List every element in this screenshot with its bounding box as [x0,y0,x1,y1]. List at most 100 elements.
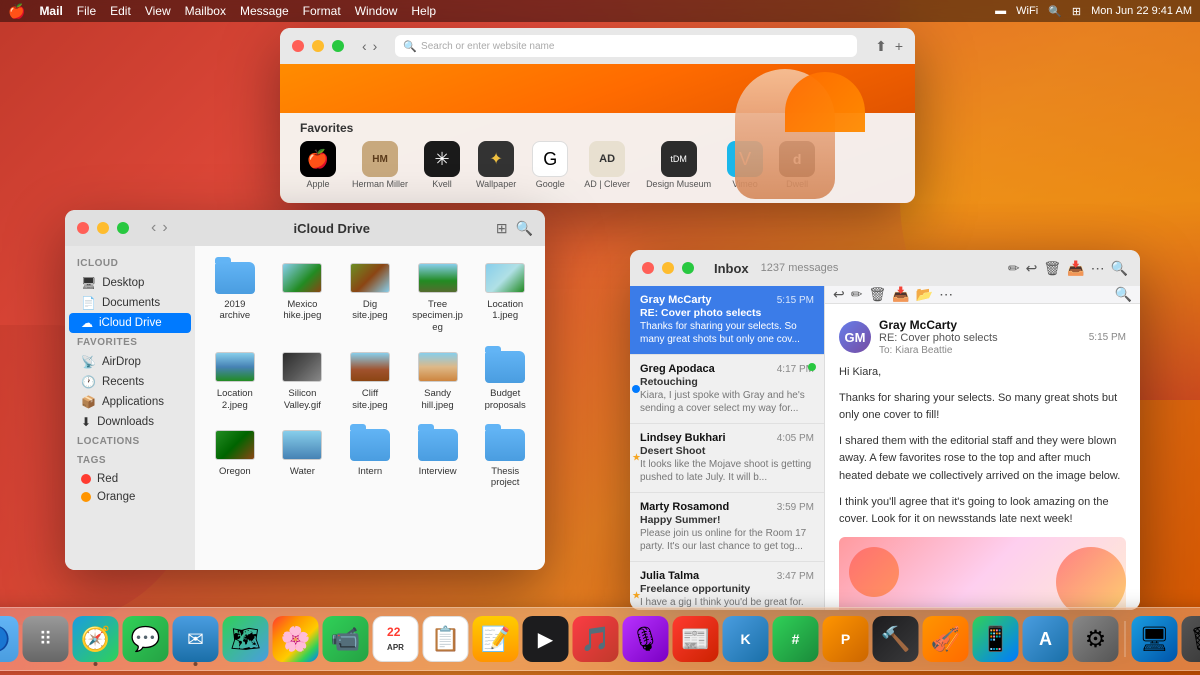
dock-reminders[interactable]: 📋 [423,616,469,662]
safari-fullscreen-button[interactable] [332,40,344,52]
dock-launchpad[interactable]: ⠿ [23,616,69,662]
dock-music[interactable]: 🎵 [573,616,619,662]
sidebar-item-downloads[interactable]: ⬇ Downloads [69,412,191,432]
finder-view-options[interactable]: ⊞ [496,220,508,237]
fav-ad-clever[interactable]: AD AD | Clever [584,141,630,189]
mail-item-greg-apodaca[interactable]: Greg Apodaca 4:17 PM Retouching Kiara, I… [630,355,824,424]
dock-instruments[interactable]: 🎻 [923,616,969,662]
mail-item-julia-talma[interactable]: ★ Julia Talma 3:47 PM Freelance opportun… [630,562,824,610]
mail-search-button[interactable]: 🔍 [1111,260,1128,277]
fav-google[interactable]: G Google [532,141,568,189]
dock-maps[interactable]: 🗺 [223,616,269,662]
file-cliff-site[interactable]: Cliff site.jpeg [340,345,400,415]
mail-reply-button[interactable]: ↩ [1026,260,1038,277]
dock-trash[interactable]: 🗑 [1182,616,1200,662]
mail-compose-icon[interactable]: ✏ [1008,260,1020,277]
fav-herman-miller[interactable]: HM Herman Miller [352,141,408,189]
dock-simulator[interactable]: 📱 [973,616,1019,662]
file-oregon[interactable]: Oregon [205,423,265,493]
dock-xcode[interactable]: 🔨 [873,616,919,662]
mail-minimize-button[interactable] [662,262,674,274]
mail-detail-folder-btn[interactable]: 📂 [916,286,933,303]
mail-item-marty-rosamond[interactable]: Marty Rosamond 3:59 PM Happy Summer! Ple… [630,493,824,562]
dock-messages[interactable]: 💬 [123,616,169,662]
file-budget-proposals[interactable]: Budget proposals [475,345,535,415]
fav-wallpaper[interactable]: ✦ Wallpaper [476,141,516,189]
dock-news[interactable]: 📰 [673,616,719,662]
dock-appstore[interactable]: A [1023,616,1069,662]
menubar-file[interactable]: File [77,4,96,18]
dock-pages[interactable]: P [823,616,869,662]
mail-archive-button[interactable]: 📥 [1067,260,1084,277]
safari-back-button[interactable]: ‹ [362,38,367,54]
menubar-app-name[interactable]: Mail [39,4,62,18]
sidebar-item-documents[interactable]: 📄 Documents [69,293,191,313]
safari-close-button[interactable] [292,40,304,52]
dock-facetime[interactable]: 📹 [323,616,369,662]
control-center-icon[interactable]: ⊞ [1072,5,1081,18]
file-intern[interactable]: Intern [340,423,400,493]
menubar-window[interactable]: Window [355,4,398,18]
finder-fullscreen-button[interactable] [117,222,129,234]
file-sandy-hill[interactable]: Sandy hill.jpeg [408,345,468,415]
dock-system-preferences[interactable]: ⚙ [1073,616,1119,662]
finder-back-button[interactable]: ‹ [151,220,156,236]
dock-calendar[interactable]: 22APR [373,616,419,662]
file-location-1[interactable]: Location 1.jpeg [475,256,535,337]
apple-menu-icon[interactable]: 🍎 [8,3,25,20]
mail-item-gray-mccarty[interactable]: Gray McCarty 5:15 PM RE: Cover photo sel… [630,286,824,355]
file-water[interactable]: Water [273,423,333,493]
sidebar-tag-red[interactable]: Red [69,470,191,488]
mail-close-button[interactable] [642,262,654,274]
dock-mail[interactable]: ✉ [173,616,219,662]
safari-forward-button[interactable]: › [373,38,378,54]
sidebar-tag-orange[interactable]: Orange [69,488,191,506]
dock-notes[interactable]: 📝 [473,616,519,662]
finder-minimize-button[interactable] [97,222,109,234]
file-interview[interactable]: Interview [408,423,468,493]
menubar-help[interactable]: Help [411,4,436,18]
safari-address-bar[interactable]: 🔍 Search or enter website name [395,35,857,57]
fav-design-museum[interactable]: tDM Design Museum [646,141,711,189]
menubar-format[interactable]: Format [303,4,341,18]
file-silicon-valley[interactable]: Silicon Valley.gif [273,345,333,415]
dock-apple-tv[interactable]: ▶ [523,616,569,662]
fav-kvell[interactable]: ✳ Kvell [424,141,460,189]
sidebar-item-applications[interactable]: 📦 Applications [69,392,191,412]
menubar-edit[interactable]: Edit [110,4,131,18]
mail-detail-trash-btn[interactable]: 🗑 [868,286,886,303]
mail-detail-reply-btn[interactable]: ↩ [833,286,845,303]
mail-delete-button[interactable]: 🗑 [1043,260,1061,277]
menubar-message[interactable]: Message [240,4,289,18]
file-tree-specimen[interactable]: Tree specimen.jpeg [408,256,468,337]
fav-apple[interactable]: 🍎 Apple [300,141,336,189]
safari-newtab-button[interactable]: + [895,38,903,54]
file-2019-archive[interactable]: 2019 archive [205,256,265,337]
safari-share-button[interactable]: ⬆ [875,38,887,55]
finder-close-button[interactable] [77,222,89,234]
file-mexico-hike[interactable]: Mexico hike.jpeg [273,256,333,337]
dock-numbers[interactable]: # [773,616,819,662]
dock-photos[interactable]: 🌸 [273,616,319,662]
mail-fullscreen-button[interactable] [682,262,694,274]
menubar-view[interactable]: View [145,4,171,18]
finder-search-button[interactable]: 🔍 [516,220,533,237]
mail-detail-search-btn[interactable]: 🔍 [1115,286,1132,303]
mail-detail-archive-btn[interactable]: 📥 [892,286,909,303]
dock-keynote[interactable]: K [723,616,769,662]
sidebar-item-recents[interactable]: 🕐 Recents [69,372,191,392]
menubar-mailbox[interactable]: Mailbox [185,4,226,18]
mail-detail-more-btn[interactable]: ⋯ [939,286,953,303]
dock-desktop-stack[interactable]: 🖥 [1132,616,1178,662]
sidebar-item-icloud-drive[interactable]: ☁ iCloud Drive [69,313,191,333]
safari-minimize-button[interactable] [312,40,324,52]
file-location-2[interactable]: Location 2.jpeg [205,345,265,415]
dock-finder[interactable]: 🔵 [0,616,19,662]
mail-detail-compose-btn[interactable]: ✏ [851,286,863,303]
file-dig-site[interactable]: Dig site.jpeg [340,256,400,337]
dock-safari[interactable]: 🧭 [73,616,119,662]
finder-forward-button[interactable]: › [162,220,167,236]
sidebar-item-airdrop[interactable]: 📡 AirDrop [69,352,191,372]
file-thesis-project[interactable]: Thesis project [475,423,535,493]
mail-more-button[interactable]: ⋯ [1091,260,1105,277]
